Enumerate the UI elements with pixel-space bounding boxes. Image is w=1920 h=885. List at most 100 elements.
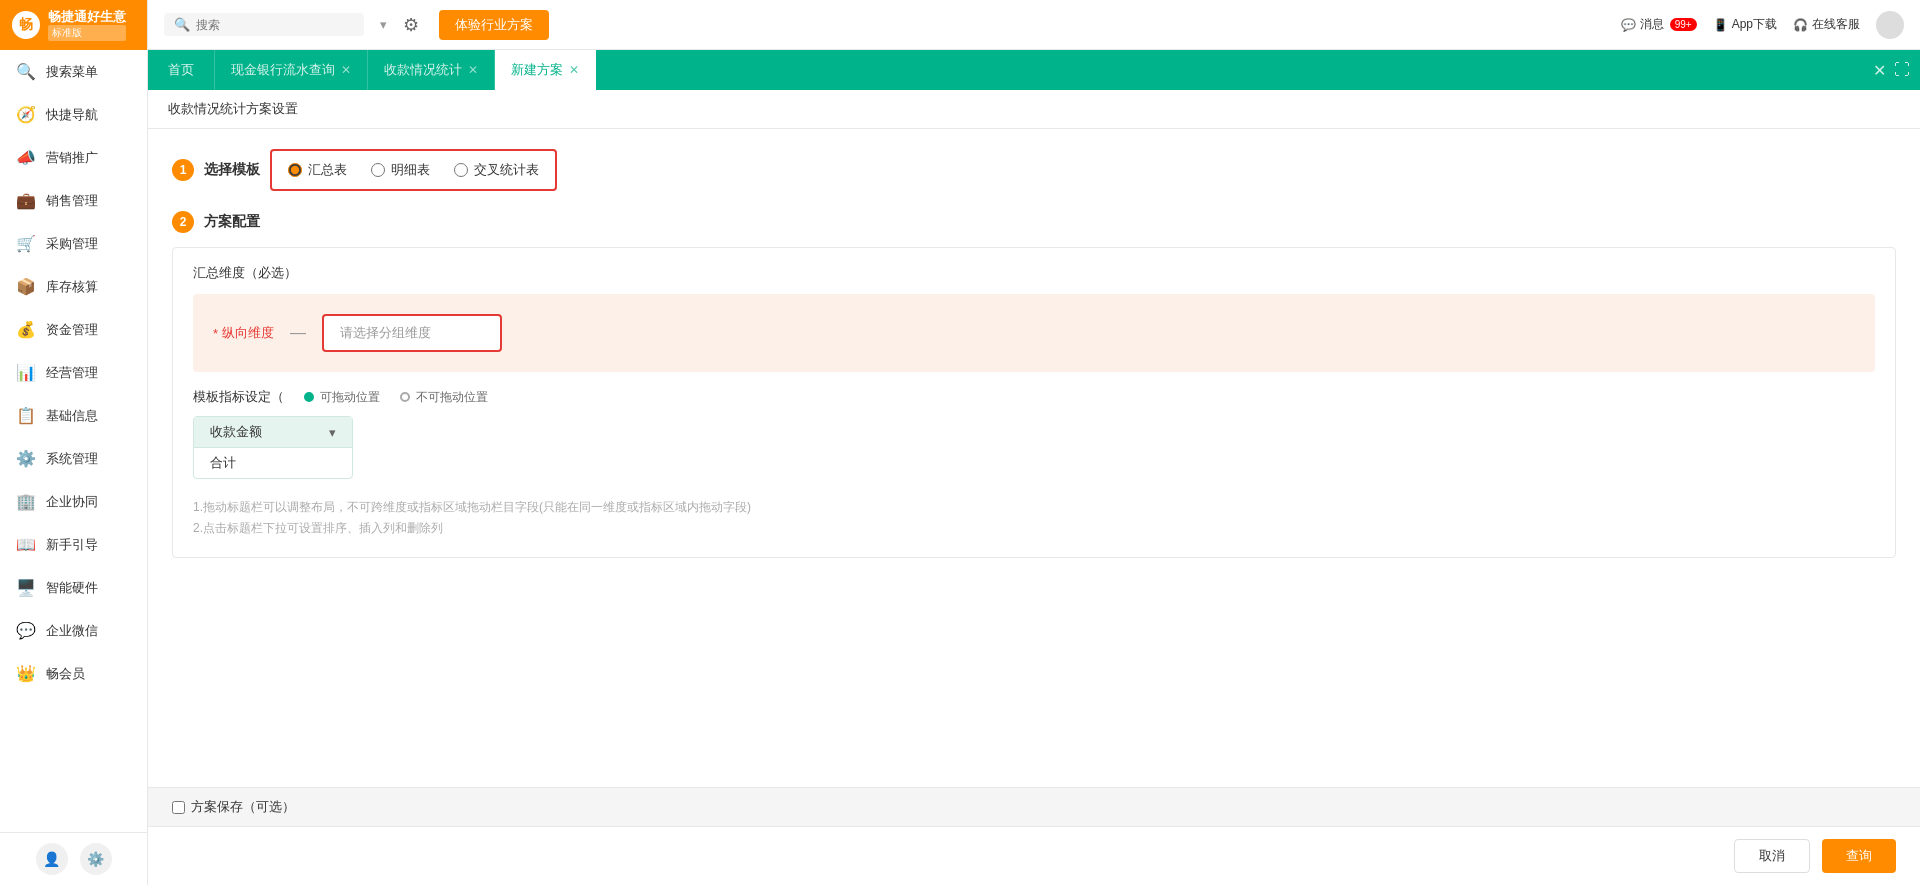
sidebar-item-operations[interactable]: 📊 经营管理 (0, 351, 147, 394)
tab-new-plan[interactable]: 新建方案 ✕ (495, 50, 596, 90)
app-name: 畅捷通好生意 (48, 9, 126, 25)
basics-icon: 📋 (16, 406, 36, 425)
sidebar-item-label: 智能硬件 (46, 579, 98, 597)
sidebar-item-hardware[interactable]: 🖥️ 智能硬件 (0, 566, 147, 609)
maximize-icon[interactable]: ⛶ (1894, 61, 1910, 79)
metrics-header-inner: 收款金额 ▾ (210, 423, 336, 441)
dimension-row: 纵向维度 — 请选择分组维度 (213, 314, 1855, 352)
avatar[interactable] (1876, 11, 1904, 39)
sidebar-item-label: 基础信息 (46, 407, 98, 425)
radio-detail-input[interactable] (371, 163, 385, 177)
radio-cross-input[interactable] (454, 163, 468, 177)
save-option-label: 方案保存（可选） (191, 798, 295, 816)
gear-icon[interactable]: ⚙ (403, 14, 419, 36)
sidebar-item-label: 营销推广 (46, 149, 98, 167)
search-input[interactable] (196, 18, 336, 32)
tabbar-right: ✕ ⛶ (1873, 50, 1920, 90)
nav-icon: 🧭 (16, 105, 36, 124)
notification-button[interactable]: 💬 消息 99+ (1621, 16, 1697, 33)
hardware-icon: 🖥️ (16, 578, 36, 597)
sidebar-item-search[interactable]: 🔍 搜索菜单 (0, 50, 147, 93)
download-icon: 📱 (1713, 18, 1728, 32)
cancel-button[interactable]: 取消 (1734, 839, 1810, 873)
radio-summary-input[interactable] (288, 163, 302, 177)
notification-icon: 💬 (1621, 18, 1636, 32)
tip-1: 1.拖动标题栏可以调整布局，不可跨维度或指标区域拖动栏目字段(只能在同一维度或指… (193, 499, 1875, 516)
sidebar-item-marketing[interactable]: 📣 营销推广 (0, 136, 147, 179)
app-badge: 标准版 (48, 25, 126, 41)
radio-cross-label: 交叉统计表 (474, 161, 539, 179)
step2-header: 2 方案配置 (172, 211, 1896, 233)
sidebar-item-sales[interactable]: 💼 销售管理 (0, 179, 147, 222)
sidebar-footer-icon-1[interactable]: 👤 (36, 843, 68, 875)
dimension-select[interactable]: 请选择分组维度 (322, 314, 502, 352)
vertical-dimension-label: 纵向维度 (213, 324, 274, 342)
notification-badge: 99+ (1670, 18, 1697, 31)
sidebar-item-label: 畅会员 (46, 665, 85, 683)
query-button[interactable]: 查询 (1822, 839, 1896, 873)
metrics-header-label: 收款金额 (210, 423, 262, 441)
metrics-table-row: 合计 (194, 448, 352, 478)
save-option-checkbox[interactable] (172, 801, 185, 814)
sidebar-item-member[interactable]: 👑 畅会员 (0, 652, 147, 695)
trial-button[interactable]: 体验行业方案 (439, 10, 549, 40)
dimension-arrow: — (290, 324, 306, 342)
step1-section: 1 选择模板 汇总表 明细表 交叉统计表 (172, 149, 1896, 191)
radio-detail[interactable]: 明细表 (371, 161, 430, 179)
metrics-row-label: 合计 (210, 455, 236, 470)
metrics-table-header[interactable]: 收款金额 ▾ (194, 417, 352, 448)
sidebar-item-finance[interactable]: 💰 资金管理 (0, 308, 147, 351)
sidebar-item-nav[interactable]: 🧭 快捷导航 (0, 93, 147, 136)
tab-close-icon[interactable]: ✕ (569, 63, 579, 77)
sidebar-item-label: 系统管理 (46, 450, 98, 468)
tab-bank-flow[interactable]: 现金银行流水查询 ✕ (215, 50, 368, 90)
sidebar-item-inventory[interactable]: 📦 库存核算 (0, 265, 147, 308)
sidebar-item-label: 企业微信 (46, 622, 98, 640)
sidebar-item-wechat[interactable]: 💬 企业微信 (0, 609, 147, 652)
sidebar-item-system[interactable]: ⚙️ 系统管理 (0, 437, 147, 480)
metrics-table: 收款金额 ▾ 合计 (193, 416, 353, 479)
sidebar-nav: 🔍 搜索菜单 🧭 快捷导航 📣 营销推广 💼 销售管理 🛒 采购管理 📦 库存核… (0, 50, 147, 832)
tab-home[interactable]: 首页 (148, 50, 215, 90)
sidebar-item-guide[interactable]: 📖 新手引导 (0, 523, 147, 566)
topbar-search-box[interactable]: 🔍 (164, 13, 364, 36)
step2-number: 2 (172, 211, 194, 233)
tab-receipt-stats-label: 收款情况统计 (384, 61, 462, 79)
radio-cross[interactable]: 交叉统计表 (454, 161, 539, 179)
sidebar-item-label: 搜索菜单 (46, 63, 98, 81)
radio-summary[interactable]: 汇总表 (288, 161, 347, 179)
sidebar-item-label: 库存核算 (46, 278, 98, 296)
sidebar-footer-icon-2[interactable]: ⚙️ (80, 843, 112, 875)
main-area: 🔍 ▾ ⚙ 体验行业方案 💬 消息 99+ 📱 App下载 🎧 在线客服 (148, 0, 1920, 885)
guide-icon: 📖 (16, 535, 36, 554)
sales-icon: 💼 (16, 191, 36, 210)
sidebar-item-enterprise[interactable]: 🏢 企业协同 (0, 480, 147, 523)
sidebar-footer: 👤 ⚙️ (0, 832, 147, 885)
tabbar: 首页 现金银行流水查询 ✕ 收款情况统计 ✕ 新建方案 ✕ ✕ ⛶ (148, 50, 1920, 90)
config-section: 汇总维度（必选） 纵向维度 — 请选择分组维度 (172, 247, 1896, 558)
sidebar-item-label: 快捷导航 (46, 106, 98, 124)
close-window-icon[interactable]: ✕ (1873, 61, 1886, 80)
vertical-label-text: 纵向维度 (222, 324, 274, 342)
sidebar-item-basics[interactable]: 📋 基础信息 (0, 394, 147, 437)
tab-receipt-stats[interactable]: 收款情况统计 ✕ (368, 50, 495, 90)
wechat-icon: 💬 (16, 621, 36, 640)
sidebar: 畅 畅捷通好生意 标准版 🔍 搜索菜单 🧭 快捷导航 📣 营销推广 💼 销售管理… (0, 0, 148, 885)
download-label: App下载 (1732, 16, 1777, 33)
enterprise-icon: 🏢 (16, 492, 36, 511)
save-option-checkbox-label[interactable]: 方案保存（可选） (172, 798, 295, 816)
chevron-down-icon[interactable]: ▾ (380, 17, 387, 32)
draggable-hint: 可拖动位置 (304, 389, 380, 406)
search-menu-icon: 🔍 (16, 62, 36, 81)
support-button[interactable]: 🎧 在线客服 (1793, 16, 1860, 33)
tab-close-icon[interactable]: ✕ (468, 63, 478, 77)
sidebar-item-purchase[interactable]: 🛒 采购管理 (0, 222, 147, 265)
operations-icon: 📊 (16, 363, 36, 382)
sidebar-item-label: 新手引导 (46, 536, 98, 554)
action-bar: 取消 查询 (148, 826, 1920, 885)
app-download-button[interactable]: 📱 App下载 (1713, 16, 1777, 33)
dimension-area: 纵向维度 — 请选择分组维度 (193, 294, 1875, 372)
metrics-chevron-icon[interactable]: ▾ (329, 425, 336, 440)
tab-close-icon[interactable]: ✕ (341, 63, 351, 77)
finance-icon: 💰 (16, 320, 36, 339)
